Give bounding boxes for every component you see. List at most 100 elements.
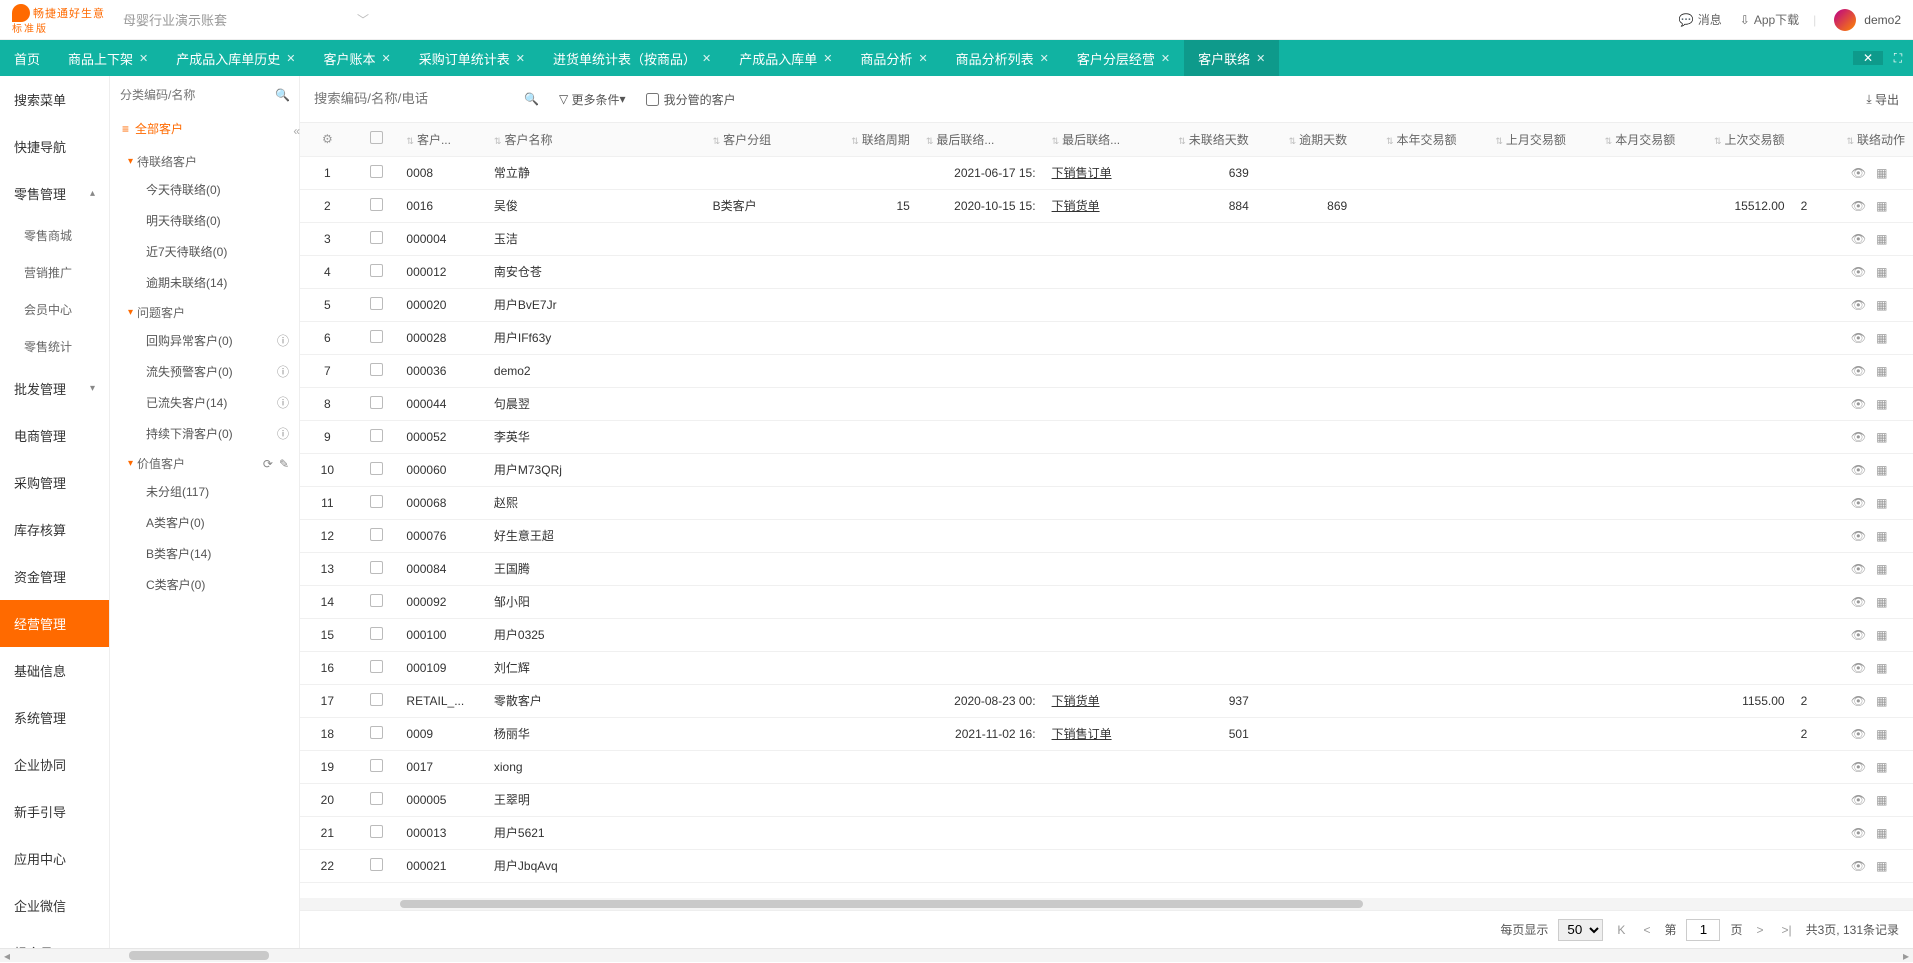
table-row[interactable]: 8000044句晨翌👁▦	[300, 387, 1913, 420]
row-checkbox[interactable]	[370, 594, 383, 607]
grid-icon[interactable]: ▦	[1876, 430, 1887, 444]
row-checkbox[interactable]	[370, 660, 383, 673]
account-name[interactable]: 母婴行业演示账套	[123, 10, 227, 29]
view-icon[interactable]: 👁	[1851, 793, 1866, 807]
tree-item[interactable]: 近7天待联络(0)	[110, 236, 299, 267]
tree-item[interactable]: 流失预警客户(0)ⓘ	[110, 356, 299, 387]
col-header[interactable]: ⇅上月交易额	[1465, 123, 1574, 156]
table-row[interactable]: 5000020用户BvE7Jr👁▦	[300, 288, 1913, 321]
sort-icon[interactable]: ⇅	[494, 136, 502, 146]
tab-首页[interactable]: 首页	[0, 40, 54, 76]
grid-icon[interactable]: ▦	[1876, 793, 1887, 807]
row-checkbox[interactable]	[370, 528, 383, 541]
table-row[interactable]: 20016吴俊B类客户152020-10-15 15:下销货单884869155…	[300, 189, 1913, 222]
chevron-down-icon[interactable]: ﹀	[357, 11, 369, 28]
table-row[interactable]: 3000004玉洁👁▦	[300, 222, 1913, 255]
view-icon[interactable]: 👁	[1851, 826, 1866, 840]
next-page-button[interactable]: >	[1752, 923, 1767, 937]
app-download-link[interactable]: ⇩ App下载	[1740, 11, 1799, 28]
table-row[interactable]: 12000076好生意王超👁▦	[300, 519, 1913, 552]
close-icon[interactable]: ✕	[1256, 52, 1265, 65]
row-checkbox[interactable]	[370, 198, 383, 211]
col-header[interactable]: ⇅最后联络...	[918, 123, 1044, 156]
table-row[interactable]: 6000028用户IFf63y👁▦	[300, 321, 1913, 354]
last-page-button[interactable]: >|	[1778, 923, 1796, 937]
tree-item[interactable]: 明天待联络(0)	[110, 205, 299, 236]
nav-批发管理[interactable]: 批发管理▾	[0, 365, 109, 412]
last-bill-link[interactable]: 下销售订单	[1052, 166, 1112, 180]
view-icon[interactable]: 👁	[1851, 562, 1866, 576]
close-tab-button[interactable]: ✕	[1853, 51, 1883, 65]
view-icon[interactable]: 👁	[1851, 166, 1866, 180]
nav-搜索菜单[interactable]: 搜索菜单	[0, 76, 109, 123]
avatar[interactable]	[1834, 9, 1856, 31]
table-row[interactable]: 7000036demo2👁▦	[300, 354, 1913, 387]
nav-企业微信[interactable]: 企业微信	[0, 882, 109, 929]
view-icon[interactable]: 👁	[1851, 859, 1866, 873]
close-icon[interactable]: ✕	[139, 52, 148, 65]
view-icon[interactable]: 👁	[1851, 397, 1866, 411]
info-icon[interactable]: ⓘ	[277, 363, 289, 380]
sort-icon[interactable]: ⇅	[851, 136, 859, 146]
nav-sub-零售统计[interactable]: 零售统计	[0, 328, 109, 365]
sort-icon[interactable]: ⇅	[713, 136, 721, 146]
sort-icon[interactable]: ⇅	[1605, 136, 1613, 146]
scroll-left-icon[interactable]: ◂	[0, 949, 14, 963]
grid-icon[interactable]: ▦	[1876, 298, 1887, 312]
col-header[interactable]	[355, 123, 399, 156]
view-icon[interactable]: 👁	[1851, 694, 1866, 708]
row-checkbox[interactable]	[370, 726, 383, 739]
info-icon[interactable]: ⓘ	[277, 332, 289, 349]
row-checkbox[interactable]	[370, 396, 383, 409]
table-row[interactable]: 22000021用户JbqAvq👁▦	[300, 849, 1913, 882]
tree-group-价值客户[interactable]: ▾价值客户 ⟳ ✎	[110, 449, 299, 476]
grid-icon[interactable]: ▦	[1876, 859, 1887, 873]
view-icon[interactable]: 👁	[1851, 364, 1866, 378]
view-icon[interactable]: 👁	[1851, 463, 1866, 477]
more-filters-button[interactable]: ▽ 更多条件 ▾	[559, 91, 626, 108]
page-size-select[interactable]: 50	[1558, 919, 1603, 941]
nav-采购管理[interactable]: 采购管理	[0, 459, 109, 506]
export-button[interactable]: ⤓ 导出	[1866, 91, 1899, 108]
tree-root[interactable]: ≡ 全部客户	[110, 106, 299, 147]
grid-icon[interactable]: ▦	[1876, 727, 1887, 741]
view-icon[interactable]: 👁	[1851, 331, 1866, 345]
nav-基础信息[interactable]: 基础信息	[0, 647, 109, 694]
tree-item[interactable]: C类客户(0)	[110, 569, 299, 600]
nav-经营管理[interactable]: 经营管理	[0, 600, 109, 647]
sort-icon[interactable]: ⇅	[1178, 136, 1186, 146]
last-bill-link[interactable]: 下销售订单	[1052, 727, 1112, 741]
tab-商品分析列表[interactable]: 商品分析列表✕	[942, 40, 1063, 76]
grid-icon[interactable]: ▦	[1876, 628, 1887, 642]
tree-item[interactable]: 今天待联络(0)	[110, 174, 299, 205]
table-row[interactable]: 16000109刘仁辉👁▦	[300, 651, 1913, 684]
tab-产成品入库单历史[interactable]: 产成品入库单历史✕	[162, 40, 309, 76]
fullscreen-button[interactable]: ⛶	[1883, 51, 1913, 66]
nav-库存核算[interactable]: 库存核算	[0, 506, 109, 553]
row-checkbox[interactable]	[370, 165, 383, 178]
table-row[interactable]: 20000005王翠明👁▦	[300, 783, 1913, 816]
row-checkbox[interactable]	[370, 561, 383, 574]
window-horizontal-scrollbar[interactable]: ◂ ▸	[0, 948, 1913, 962]
close-icon[interactable]: ✕	[286, 52, 295, 65]
view-icon[interactable]: 👁	[1851, 529, 1866, 543]
close-icon[interactable]: ✕	[702, 52, 711, 65]
close-icon[interactable]: ✕	[516, 52, 525, 65]
row-checkbox[interactable]	[370, 462, 383, 475]
row-checkbox[interactable]	[370, 759, 383, 772]
col-header[interactable]: ⚙	[300, 123, 355, 156]
col-header[interactable]: ⇅联络动作	[1825, 123, 1913, 156]
data-table-wrapper[interactable]: ⚙⇅客户...⇅客户名称⇅客户分组⇅联络周期⇅最后联络...⇅最后联络...⇅未…	[300, 122, 1913, 898]
grid-icon[interactable]: ▦	[1876, 364, 1887, 378]
col-header[interactable]: ⇅客户...	[398, 123, 485, 156]
nav-系统管理[interactable]: 系统管理	[0, 694, 109, 741]
grid-icon[interactable]: ▦	[1876, 760, 1887, 774]
grid-icon[interactable]: ▦	[1876, 166, 1887, 180]
nav-sub-营销推广[interactable]: 营销推广	[0, 254, 109, 291]
gear-icon[interactable]: ⚙	[322, 132, 333, 146]
tree-item[interactable]: A类客户(0)	[110, 507, 299, 538]
tree-item[interactable]: 持续下滑客户(0)ⓘ	[110, 418, 299, 449]
last-bill-link[interactable]: 下销货单	[1052, 694, 1100, 708]
col-header[interactable]: ⇅最后联络...	[1044, 123, 1153, 156]
view-icon[interactable]: 👁	[1851, 760, 1866, 774]
